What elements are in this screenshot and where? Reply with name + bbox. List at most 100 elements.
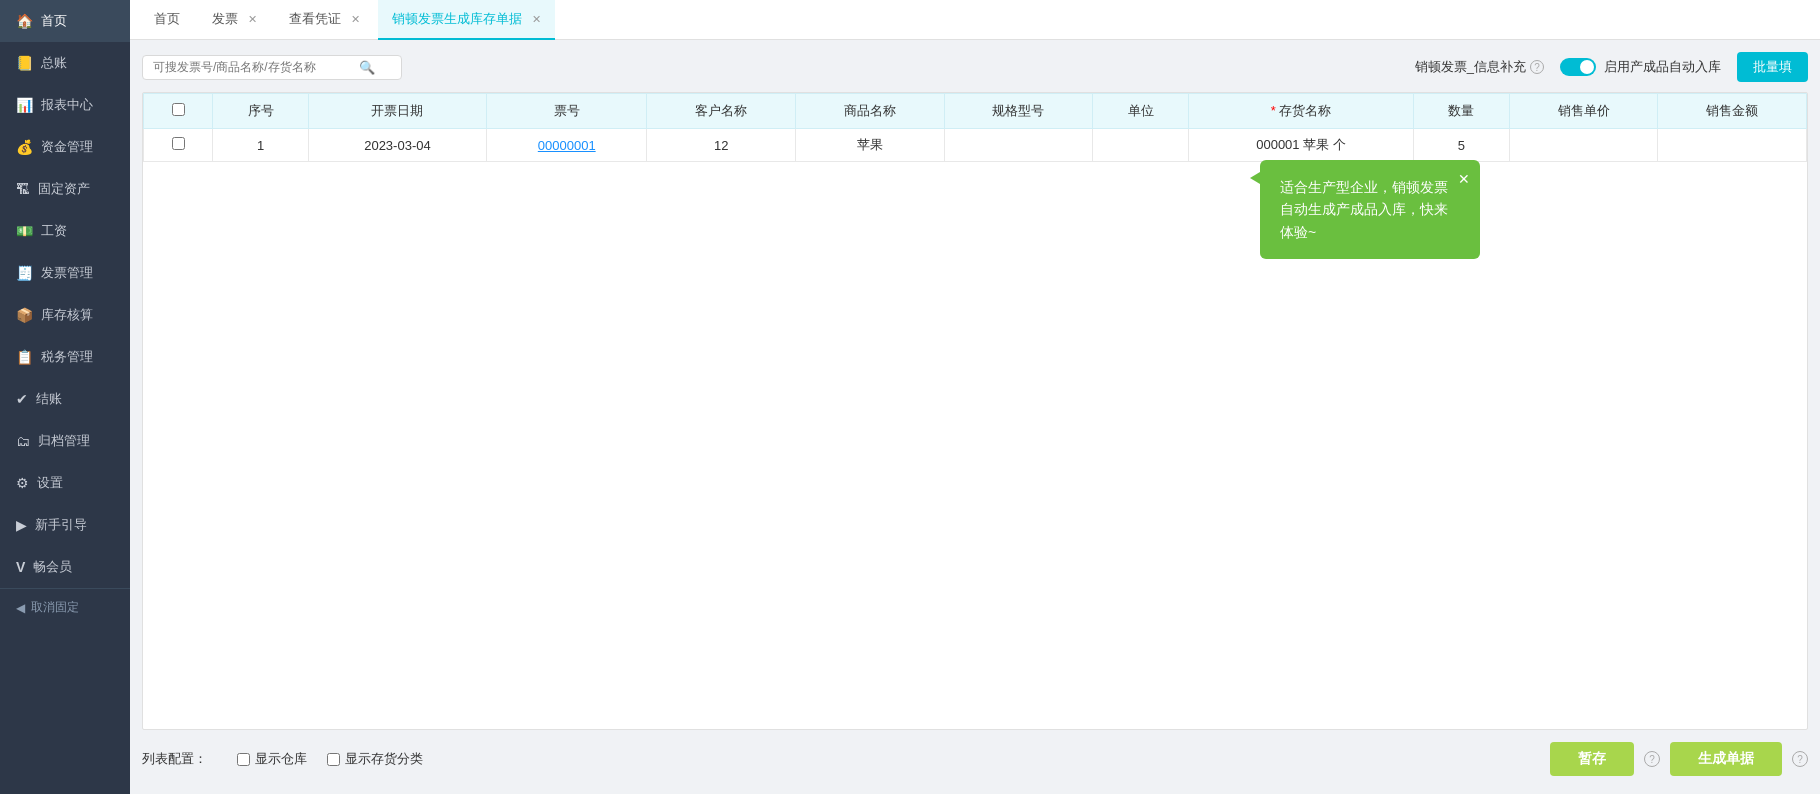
invoice-mgmt-icon: 🧾 (16, 265, 33, 281)
sidebar-item-archive[interactable]: 🗂 归档管理 (0, 420, 130, 462)
col-unit-price: 销售单价 (1509, 94, 1658, 129)
toggle-container: 启用产成品自动入库 (1560, 58, 1721, 76)
col-product: 商品名称 (796, 94, 945, 129)
search-icon: 🔍 (359, 60, 375, 75)
cancel-fixed-button[interactable]: ◀ 取消固定 (0, 588, 130, 626)
row-checkbox-cell (144, 129, 213, 162)
tax-icon: 📋 (16, 349, 33, 365)
toggle-label: 启用产成品自动入库 (1604, 58, 1721, 76)
show-warehouse-option[interactable]: 显示仓库 (237, 750, 307, 768)
generate-help-icon[interactable]: ? (1792, 751, 1808, 767)
col-seq: 序号 (213, 94, 309, 129)
tab-credit-invoice-close[interactable]: ✕ (532, 0, 541, 39)
sidebar-label-inventory: 库存核算 (41, 306, 93, 324)
list-config-label: 列表配置： (142, 750, 207, 768)
page-info-label: 销顿发票_信息补充 ? (1415, 58, 1544, 76)
row-unit (1093, 129, 1189, 162)
sidebar-item-assets[interactable]: 🏗 固定资产 (0, 168, 130, 210)
table-container: 序号 开票日期 票号 客户名称 商品名称 规格型号 单位 存货名称 数量 销售单… (142, 92, 1808, 730)
sidebar-label-vip: 畅会员 (33, 558, 72, 576)
sidebar-label-invoice-mgmt: 发票管理 (41, 264, 93, 282)
tab-invoice-close[interactable]: ✕ (248, 0, 257, 39)
search-input[interactable] (153, 60, 353, 74)
tab-voucher-label: 查看凭证 (289, 0, 341, 39)
sidebar-item-invoice-mgmt[interactable]: 🧾 发票管理 (0, 252, 130, 294)
toolbar-row: 🔍 销顿发票_信息补充 ? 启用产成品自动入库 批量填 (142, 52, 1808, 82)
table-header-row: 序号 开票日期 票号 客户名称 商品名称 规格型号 单位 存货名称 数量 销售单… (144, 94, 1807, 129)
auto-warehouse-toggle[interactable] (1560, 58, 1596, 76)
sidebar-item-wages[interactable]: 💵 工资 (0, 210, 130, 252)
sidebar-item-vip[interactable]: V 畅会员 (0, 546, 130, 588)
row-qty: 5 (1414, 129, 1510, 162)
row-product: 苹果 (796, 129, 945, 162)
col-amount: 销售金额 (1658, 94, 1807, 129)
select-all-checkbox[interactable] (172, 103, 185, 116)
inventory-icon: 📦 (16, 307, 33, 323)
tooltip-text: 适合生产型企业，销顿发票自动生成产成品入库，快来体验~ (1280, 179, 1448, 240)
show-category-option[interactable]: 显示存货分类 (327, 750, 423, 768)
sidebar-item-home[interactable]: 🏠 首页 (0, 0, 130, 42)
sidebar-label-settings: 设置 (37, 474, 63, 492)
sidebar-label-home: 首页 (41, 12, 67, 30)
col-checkbox (144, 94, 213, 129)
tab-home[interactable]: 首页 (140, 0, 194, 40)
sidebar-label-wages: 工资 (41, 222, 67, 240)
sidebar-item-guide[interactable]: ▶ 新手引导 (0, 504, 130, 546)
sidebar-item-funds[interactable]: 💰 资金管理 (0, 126, 130, 168)
settings-icon: ⚙ (16, 475, 29, 491)
sidebar-label-reports: 报表中心 (41, 96, 93, 114)
tab-voucher[interactable]: 查看凭证 ✕ (275, 0, 374, 40)
batch-fill-button[interactable]: 批量填 (1737, 52, 1808, 82)
row-checkbox-0[interactable] (172, 137, 185, 150)
sidebar-item-settings[interactable]: ⚙ 设置 (0, 462, 130, 504)
btn-actions: 暂存 ? 生成单据 ? (1550, 742, 1808, 776)
generate-button[interactable]: 生成单据 (1670, 742, 1782, 776)
funds-icon: 💰 (16, 139, 33, 155)
show-category-checkbox[interactable] (327, 753, 340, 766)
sidebar-item-reports[interactable]: 📊 报表中心 (0, 84, 130, 126)
save-help-icon[interactable]: ? (1644, 751, 1660, 767)
row-ticket-no[interactable]: 00000001 (486, 129, 646, 162)
col-unit: 单位 (1093, 94, 1189, 129)
tab-credit-invoice-label: 销顿发票生成库存单据 (392, 0, 522, 39)
tooltip-close-button[interactable]: ✕ (1458, 168, 1470, 190)
ledger-icon: 📒 (16, 55, 33, 71)
tab-home-label: 首页 (154, 0, 180, 39)
col-qty: 数量 (1414, 94, 1510, 129)
wages-icon: 💵 (16, 223, 33, 239)
show-category-label: 显示存货分类 (345, 750, 423, 768)
archive-icon: 🗂 (16, 433, 30, 449)
sidebar-item-inventory[interactable]: 📦 库存核算 (0, 294, 130, 336)
col-customer: 客户名称 (647, 94, 796, 129)
show-warehouse-label: 显示仓库 (255, 750, 307, 768)
search-box[interactable]: 🔍 (142, 55, 402, 80)
help-icon[interactable]: ? (1530, 60, 1544, 74)
row-date: 2023-03-04 (308, 129, 486, 162)
tooltip-popup: ✕ 适合生产型企业，销顿发票自动生成产成品入库，快来体验~ (1260, 160, 1480, 259)
sidebar-item-ledger[interactable]: 📒 总账 (0, 42, 130, 84)
tab-invoice[interactable]: 发票 ✕ (198, 0, 271, 40)
reports-icon: 📊 (16, 97, 33, 113)
tab-voucher-close[interactable]: ✕ (351, 0, 360, 39)
col-ticket-no: 票号 (486, 94, 646, 129)
page-content: 🔍 销顿发票_信息补充 ? 启用产成品自动入库 批量填 (130, 40, 1820, 794)
assets-icon: 🏗 (16, 181, 30, 197)
tab-bar: 首页 发票 ✕ 查看凭证 ✕ 销顿发票生成库存单据 ✕ (130, 0, 1820, 40)
page-info-text: 销顿发票_信息补充 (1415, 58, 1526, 76)
toolbar-right: 销顿发票_信息补充 ? 启用产成品自动入库 批量填 (1415, 52, 1808, 82)
tab-credit-invoice[interactable]: 销顿发票生成库存单据 ✕ (378, 0, 555, 40)
settle-icon: ✔ (16, 391, 28, 407)
row-customer: 12 (647, 129, 796, 162)
sidebar-item-tax[interactable]: 📋 税务管理 (0, 336, 130, 378)
sidebar-item-settle[interactable]: ✔ 结账 (0, 378, 130, 420)
show-warehouse-checkbox[interactable] (237, 753, 250, 766)
sidebar-label-archive: 归档管理 (38, 432, 90, 450)
bottom-bar: 列表配置： 显示仓库 显示存货分类 暂存 ? 生成单据 ? (142, 730, 1808, 782)
col-date: 开票日期 (308, 94, 486, 129)
cancel-fixed-icon: ◀ (16, 601, 25, 615)
main-area: 首页 发票 ✕ 查看凭证 ✕ 销顿发票生成库存单据 ✕ 🔍 销顿发票_信息补充 (130, 0, 1820, 794)
sidebar-label-assets: 固定资产 (38, 180, 90, 198)
sidebar-label-tax: 税务管理 (41, 348, 93, 366)
save-button[interactable]: 暂存 (1550, 742, 1634, 776)
data-table: 序号 开票日期 票号 客户名称 商品名称 规格型号 单位 存货名称 数量 销售单… (143, 93, 1807, 162)
